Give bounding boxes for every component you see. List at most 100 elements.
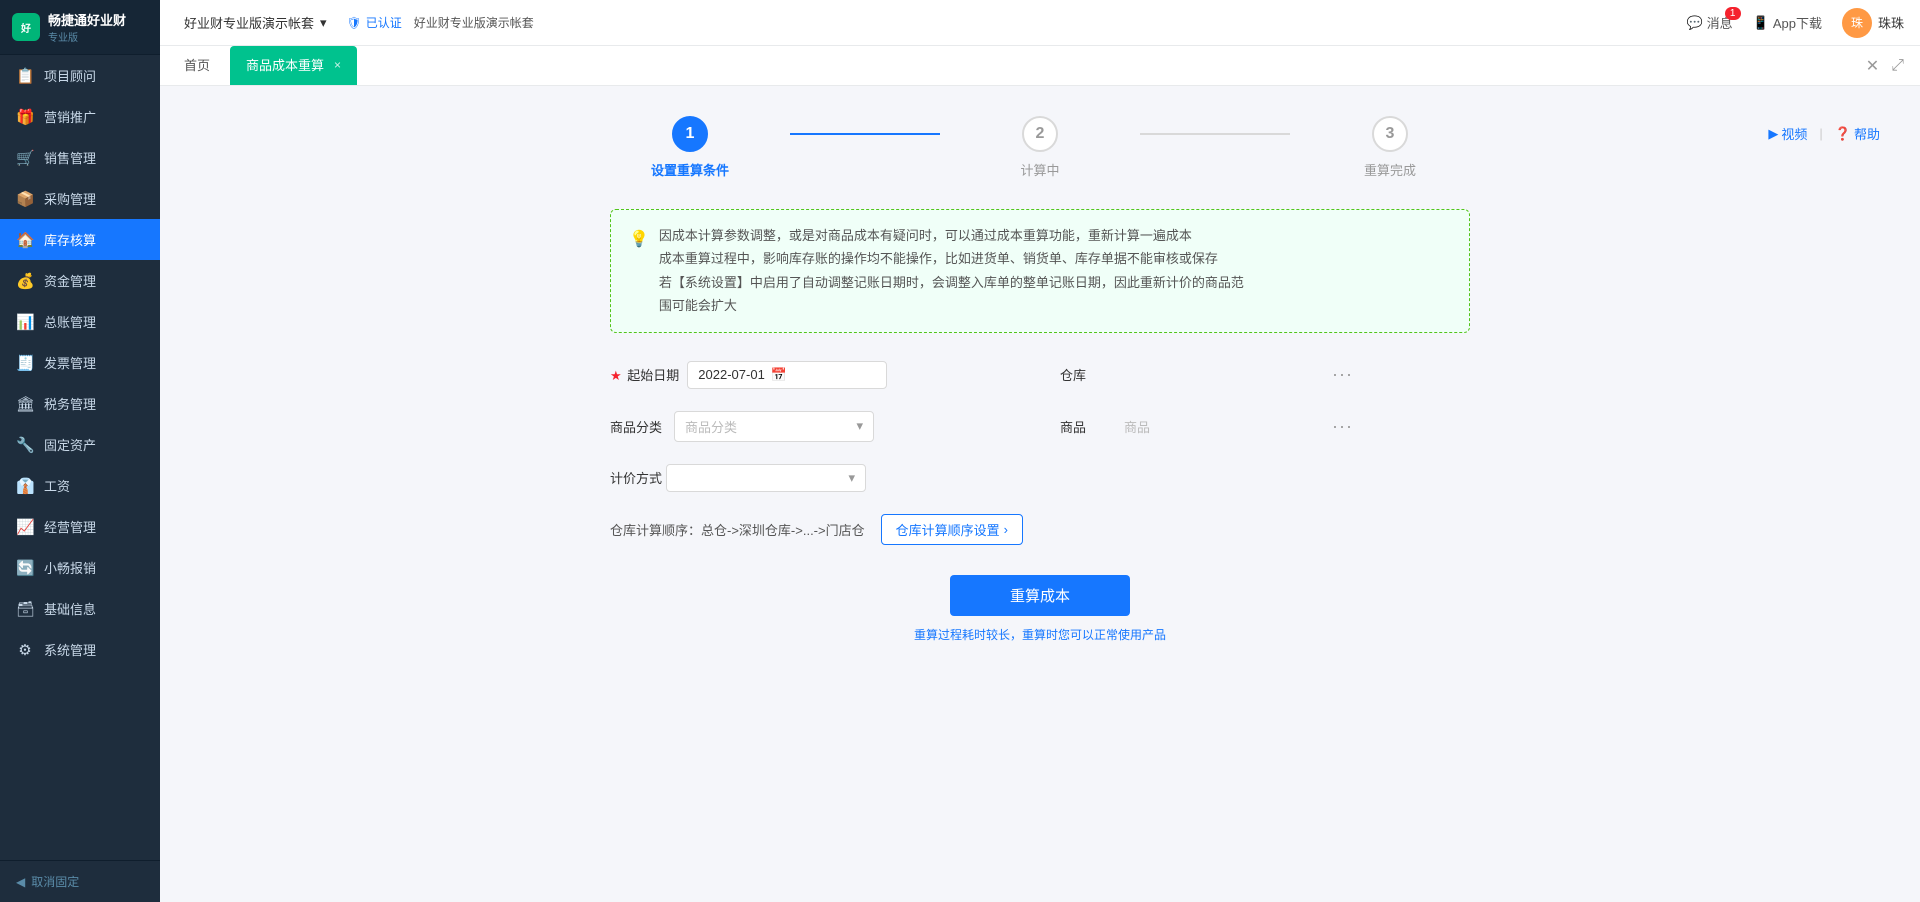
sidebar-marketing-icon: 🎁 (16, 108, 34, 126)
verified-text: 已认证 (366, 14, 402, 31)
sidebar-unpin[interactable]: ◀ 取消固定 (0, 860, 160, 902)
app-name: 畅捷通好业财 (48, 10, 126, 29)
start-date-field: ★ 起始日期 2022-07-01 📅 (610, 361, 1020, 389)
sidebar-finance-icon: 💰 (16, 272, 34, 290)
close-window-icon[interactable]: ✕ (1866, 56, 1879, 76)
step-1-label: 设置重算条件 (651, 160, 729, 179)
sidebar-operations-icon: 📈 (16, 518, 34, 536)
active-tab-label: 商品成本重算 (246, 55, 324, 74)
phone-icon: 📱 (1753, 15, 1769, 31)
sidebar-marketing-label: 营销推广 (44, 107, 96, 126)
tabbar-actions: ✕ ⤢ (1866, 46, 1912, 85)
help-label: 帮助 (1854, 124, 1880, 143)
sidebar-project-label: 项目顾问 (44, 66, 96, 85)
sidebar-item-payroll[interactable]: 👔 工资 (0, 465, 160, 506)
category-placeholder: 商品分类 (685, 417, 737, 436)
sidebar-item-invoice[interactable]: 🧾 发票管理 (0, 342, 160, 383)
warehouse-more-icon[interactable]: ··· (1332, 364, 1353, 385)
start-date-label: ★ 起始日期 (610, 365, 679, 384)
category-select[interactable]: 商品分类 ▾ (674, 411, 874, 442)
help-doc-link[interactable]: ❓ 帮助 (1835, 124, 1880, 143)
sidebar-tax-icon: 🏛 (16, 395, 34, 413)
warehouse-order-arrow-icon: › (1004, 522, 1008, 537)
sidebar-sales-icon: 🛒 (16, 149, 34, 167)
tab-close-icon[interactable]: × (334, 58, 341, 72)
topbar-right: 💬 消息 1 📱 App下载 珠 珠珠 (1686, 8, 1904, 38)
content-area: 1 设置重算条件 2 计算中 3 重算完成 ▶ 视频 (160, 86, 1920, 902)
sidebar-assets-icon: 🔧 (16, 436, 34, 454)
sidebar-item-ledger[interactable]: 📊 总账管理 (0, 301, 160, 342)
step-3-circle: 3 (1372, 116, 1408, 152)
sidebar-item-sales[interactable]: 🛒 销售管理 (0, 137, 160, 178)
messages-button[interactable]: 💬 消息 1 (1686, 13, 1732, 32)
sidebar-item-purchase[interactable]: 📦 采购管理 (0, 178, 160, 219)
submit-hint: 重算过程耗时较长，重算时您可以正常使用产品 (610, 626, 1470, 643)
sidebar-item-expense[interactable]: 🔄 小畅报销 (0, 547, 160, 588)
step-2-label: 计算中 (1020, 160, 1059, 179)
warehouse-field: 仓库 ··· (1060, 364, 1470, 385)
form-row-2: 商品分类 商品分类 ▾ 商品 商品 ··· (610, 411, 1470, 442)
recalc-button[interactable]: 重算成本 (950, 575, 1130, 616)
step-2-circle: 2 (1022, 116, 1058, 152)
unpin-label: 取消固定 (31, 873, 79, 890)
sidebar-item-marketing[interactable]: 🎁 营销推广 (0, 96, 160, 137)
step-3-label: 重算完成 (1364, 160, 1416, 179)
app-download-label: App下载 (1773, 13, 1822, 32)
category-chevron: ▾ (856, 418, 863, 434)
avatar: 珠 (1842, 8, 1872, 38)
sidebar-item-inventory[interactable]: 🏠 库存核算 (0, 219, 160, 260)
sidebar-expense-label: 小畅报销 (44, 558, 96, 577)
user-profile[interactable]: 珠 珠珠 (1842, 8, 1904, 38)
pricing-chevron: ▾ (848, 470, 855, 486)
unpin-icon: ◀ (16, 875, 25, 889)
pricing-select[interactable]: ▾ (666, 464, 866, 492)
sidebar-item-finance[interactable]: 💰 资金管理 (0, 260, 160, 301)
sidebar-inventory-icon: 🏠 (16, 231, 34, 249)
main-area: 好业财专业版演示帐套 ▾ 🛡 已认证 好业财专业版演示帐套 💬 消息 1 📱 A… (160, 0, 1920, 902)
sidebar-item-assets[interactable]: 🔧 固定资产 (0, 424, 160, 465)
sidebar-purchase-icon: 📦 (16, 190, 34, 208)
calendar-icon[interactable]: 📅 (771, 367, 787, 383)
goods-field: 商品 商品 ··· (1060, 416, 1470, 437)
video-help-link[interactable]: ▶ 视频 (1768, 124, 1807, 143)
sidebar-item-tax[interactable]: 🏛 税务管理 (0, 383, 160, 424)
shield-icon: 🛡 (347, 16, 362, 30)
step-1: 1 设置重算条件 (590, 116, 790, 179)
tab-home[interactable]: 首页 (168, 46, 226, 85)
warehouse-order-settings-button[interactable]: 仓库计算顺序设置 › (881, 514, 1023, 545)
video-label: 视频 (1781, 124, 1807, 143)
home-tab-label: 首页 (184, 55, 210, 74)
app-download-button[interactable]: 📱 App下载 (1753, 13, 1822, 32)
account-selector[interactable]: 好业财专业版演示帐套 ▾ (176, 9, 335, 36)
warehouse-label: 仓库 (1060, 365, 1116, 384)
recalc-button-label: 重算成本 (1010, 588, 1070, 605)
sidebar-payroll-icon: 👔 (16, 477, 34, 495)
sidebar-project-icon: 📋 (16, 67, 34, 85)
step-line-2 (1140, 133, 1290, 135)
app-title-block: 畅捷通好业财 专业版 (48, 10, 126, 44)
help-icon: ❓ (1835, 126, 1851, 142)
sidebar-item-basic[interactable]: 🗃 基础信息 (0, 588, 160, 629)
sidebar-invoice-label: 发票管理 (44, 353, 96, 372)
sidebar-item-project[interactable]: 📋 项目顾问 (0, 55, 160, 96)
verified-badge: 🛡 已认证 (347, 14, 402, 31)
step-3: 3 重算完成 (1290, 116, 1490, 179)
category-label: 商品分类 (610, 417, 666, 436)
topbar: 好业财专业版演示帐套 ▾ 🛡 已认证 好业财专业版演示帐套 💬 消息 1 📱 A… (160, 0, 1920, 46)
start-date-input[interactable]: 2022-07-01 📅 (687, 361, 887, 389)
steps-container: 1 设置重算条件 2 计算中 3 重算完成 ▶ 视频 (200, 116, 1880, 179)
steps-row: 1 设置重算条件 2 计算中 3 重算完成 (590, 116, 1490, 179)
app-logo: 好 (12, 13, 40, 41)
required-star: ★ (610, 368, 622, 383)
step-2: 2 计算中 (940, 116, 1140, 179)
tab-cost-recalc[interactable]: 商品成本重算 × (230, 46, 357, 85)
sidebar-basic-icon: 🗃 (16, 600, 34, 618)
info-line-2: 成本重算过程中，影响库存账的操作均不能操作，比如进货单、销货单、库存单据不能审核… (659, 247, 1244, 270)
sidebar-system-label: 系统管理 (44, 640, 96, 659)
sidebar-invoice-icon: 🧾 (16, 354, 34, 372)
sidebar-item-system[interactable]: ⚙ 系统管理 (0, 629, 160, 670)
info-line-1: 因成本计算参数调整，或是对商品成本有疑问时，可以通过成本重算功能，重新计算一遍成… (659, 224, 1244, 247)
goods-more-icon[interactable]: ··· (1332, 416, 1353, 437)
sidebar-item-operations[interactable]: 📈 经营管理 (0, 506, 160, 547)
expand-window-icon[interactable]: ⤢ (1891, 57, 1904, 75)
